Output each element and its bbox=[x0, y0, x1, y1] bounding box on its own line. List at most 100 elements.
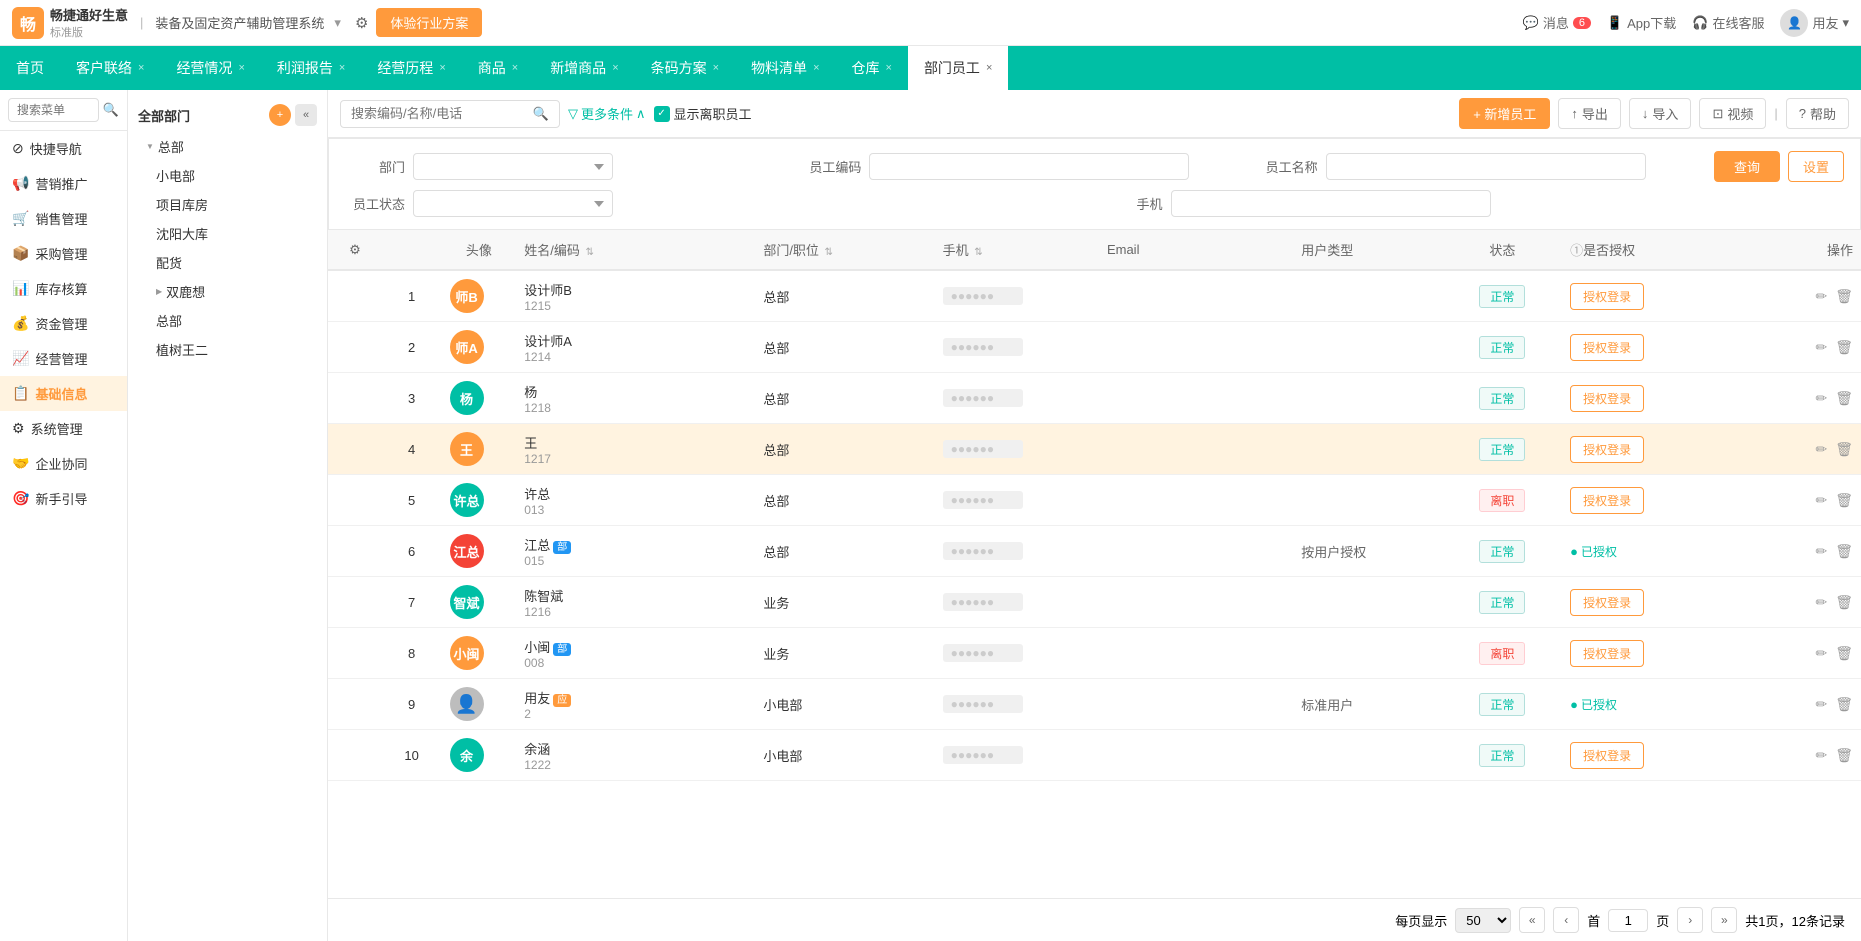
tab-home[interactable]: 首页 bbox=[0, 46, 60, 90]
search-input[interactable] bbox=[351, 106, 529, 121]
page-size-select[interactable]: 50 100 200 bbox=[1455, 908, 1511, 933]
tab-goods[interactable]: 商品 × bbox=[462, 46, 534, 90]
sidebar-item-shortcut[interactable]: ⊘快捷导航 bbox=[0, 131, 127, 166]
edit-button[interactable]: ✏ bbox=[1815, 543, 1827, 560]
tab-barcode[interactable]: 条码方案 × bbox=[635, 46, 735, 90]
edit-button[interactable]: ✏ bbox=[1815, 339, 1827, 356]
tab-profit[interactable]: 利润报告 × bbox=[261, 46, 361, 90]
edit-button[interactable]: ✏ bbox=[1815, 747, 1827, 764]
edit-button[interactable]: ✏ bbox=[1815, 594, 1827, 611]
close-icon[interactable]: × bbox=[813, 62, 819, 74]
auth-login-button[interactable]: 授权登录 bbox=[1570, 640, 1644, 667]
import-button[interactable]: ↓ 导入 bbox=[1629, 98, 1692, 129]
export-button[interactable]: ↑ 导出 bbox=[1558, 98, 1621, 129]
page-number-input[interactable] bbox=[1608, 909, 1648, 932]
close-icon[interactable]: × bbox=[886, 62, 892, 74]
delete-button[interactable]: 🗑 bbox=[1835, 288, 1853, 305]
edit-button[interactable]: ✏ bbox=[1815, 390, 1827, 407]
tab-employees[interactable]: 部门员工 × bbox=[908, 46, 1008, 90]
dept-select[interactable] bbox=[413, 153, 613, 180]
set-button[interactable]: 设置 bbox=[1788, 151, 1844, 182]
message-icon-item[interactable]: 💬 消息 6 bbox=[1523, 13, 1591, 32]
dept-collapse-icon[interactable]: « bbox=[295, 104, 317, 126]
view-button[interactable]: ⊡ 视频 bbox=[1699, 98, 1766, 129]
delete-button[interactable]: 🗑 bbox=[1835, 645, 1853, 662]
close-icon[interactable]: × bbox=[986, 62, 992, 74]
first-page-button[interactable]: « bbox=[1519, 907, 1545, 933]
delete-button[interactable]: 🗑 bbox=[1835, 747, 1853, 764]
sidebar-search-input[interactable] bbox=[8, 98, 99, 122]
delete-button[interactable]: 🗑 bbox=[1835, 543, 1853, 560]
close-icon[interactable]: × bbox=[512, 62, 518, 74]
dept-tree-item-zongbu-parent[interactable]: ▼ 总部 bbox=[128, 132, 327, 161]
tab-operation-history[interactable]: 经营历程 × bbox=[361, 46, 461, 90]
query-button[interactable]: 查询 bbox=[1714, 151, 1780, 182]
auth-login-button[interactable]: 授权登录 bbox=[1570, 742, 1644, 769]
sidebar-item-marketing[interactable]: 📢营销推广 bbox=[0, 166, 127, 201]
empcode-input[interactable] bbox=[869, 153, 1189, 180]
empstatus-select[interactable] bbox=[413, 190, 613, 217]
chevron-down-icon[interactable]: ▾ bbox=[334, 15, 341, 31]
close-icon[interactable]: × bbox=[138, 62, 144, 74]
trial-button[interactable]: 体验行业方案 bbox=[376, 8, 482, 37]
show-resigned-toggle[interactable]: ✓ 显示离职员工 bbox=[654, 104, 752, 123]
tab-operation-status[interactable]: 经营情况 × bbox=[160, 46, 260, 90]
dept-tree-item-peihuo[interactable]: 配货 bbox=[128, 248, 327, 277]
sidebar-item-guide[interactable]: 🎯新手引导 bbox=[0, 481, 127, 516]
auth-login-button[interactable]: 授权登录 bbox=[1570, 487, 1644, 514]
close-icon[interactable]: × bbox=[612, 62, 618, 74]
dept-tree-item-zhishu[interactable]: 植树王二 bbox=[128, 335, 327, 364]
dept-tree-item-shenyang[interactable]: 沈阳大库 bbox=[128, 219, 327, 248]
help-button[interactable]: ? 帮助 bbox=[1786, 98, 1849, 129]
edit-button[interactable]: ✏ bbox=[1815, 645, 1827, 662]
app-download-item[interactable]: 📱 App下载 bbox=[1607, 13, 1676, 32]
edit-button[interactable]: ✏ bbox=[1815, 441, 1827, 458]
delete-button[interactable]: 🗑 bbox=[1835, 339, 1853, 356]
dept-add-icon[interactable]: + bbox=[269, 104, 291, 126]
settings-icon[interactable]: ⚙ bbox=[355, 14, 368, 32]
sidebar-item-sales[interactable]: 🛒销售管理 bbox=[0, 201, 127, 236]
tab-add-goods[interactable]: 新增商品 × bbox=[534, 46, 634, 90]
auth-login-button[interactable]: 授权登录 bbox=[1570, 436, 1644, 463]
auth-login-button[interactable]: 授权登录 bbox=[1570, 385, 1644, 412]
tab-warehouse[interactable]: 仓库 × bbox=[836, 46, 908, 90]
online-service-item[interactable]: 🎧 在线客服 bbox=[1692, 13, 1764, 32]
dept-tree-item-zongbu[interactable]: 总部 bbox=[128, 306, 327, 335]
auth-login-button[interactable]: 授权登录 bbox=[1570, 589, 1644, 616]
phone-input[interactable] bbox=[1171, 190, 1491, 217]
delete-button[interactable]: 🗑 bbox=[1835, 492, 1853, 509]
close-icon[interactable]: × bbox=[339, 62, 345, 74]
edit-button[interactable]: ✏ bbox=[1815, 492, 1827, 509]
more-conditions-button[interactable]: ▽ 更多条件 ∧ bbox=[568, 104, 646, 123]
sidebar-item-system[interactable]: ⚙系统管理 bbox=[0, 411, 127, 446]
sidebar-item-company[interactable]: 🤝企业协同 bbox=[0, 446, 127, 481]
close-icon[interactable]: × bbox=[238, 62, 244, 74]
sidebar-item-inventory[interactable]: 📊库存核算 bbox=[0, 271, 127, 306]
close-icon[interactable]: × bbox=[713, 62, 719, 74]
edit-button[interactable]: ✏ bbox=[1815, 288, 1827, 305]
th-phone[interactable]: 手机 ⇅ bbox=[935, 230, 1099, 270]
th-name[interactable]: 姓名/编码 ⇅ bbox=[516, 230, 755, 270]
sidebar-item-purchase[interactable]: 📦采购管理 bbox=[0, 236, 127, 271]
sidebar-item-finance[interactable]: 💰资金管理 bbox=[0, 306, 127, 341]
empname-input[interactable] bbox=[1326, 153, 1646, 180]
prev-page-button[interactable]: ‹ bbox=[1553, 907, 1579, 933]
next-page-button[interactable]: › bbox=[1677, 907, 1703, 933]
delete-button[interactable]: 🗑 bbox=[1835, 390, 1853, 407]
last-page-button[interactable]: » bbox=[1711, 907, 1737, 933]
user-item[interactable]: 👤 用友 ▾ bbox=[1780, 9, 1849, 37]
dept-tree-item-shuanglu[interactable]: ▶ 双鹿想 bbox=[128, 277, 327, 306]
sidebar-item-basic[interactable]: 📋基础信息 bbox=[0, 376, 127, 411]
edit-button[interactable]: ✏ bbox=[1815, 696, 1827, 713]
dept-tree-item-xiaodian[interactable]: 小电部 bbox=[128, 161, 327, 190]
close-icon[interactable]: × bbox=[439, 62, 445, 74]
tab-bom[interactable]: 物料清单 × bbox=[735, 46, 835, 90]
add-employee-button[interactable]: + 新增员工 bbox=[1459, 98, 1550, 129]
auth-login-button[interactable]: 授权登录 bbox=[1570, 334, 1644, 361]
th-settings[interactable]: ⚙ bbox=[328, 230, 382, 270]
auth-login-button[interactable]: 授权登录 bbox=[1570, 283, 1644, 310]
column-settings-icon[interactable]: ⚙ bbox=[349, 242, 361, 257]
delete-button[interactable]: 🗑 bbox=[1835, 441, 1853, 458]
th-dept[interactable]: 部门/职位 ⇅ bbox=[755, 230, 934, 270]
dept-tree-item-project[interactable]: 项目库房 bbox=[128, 190, 327, 219]
